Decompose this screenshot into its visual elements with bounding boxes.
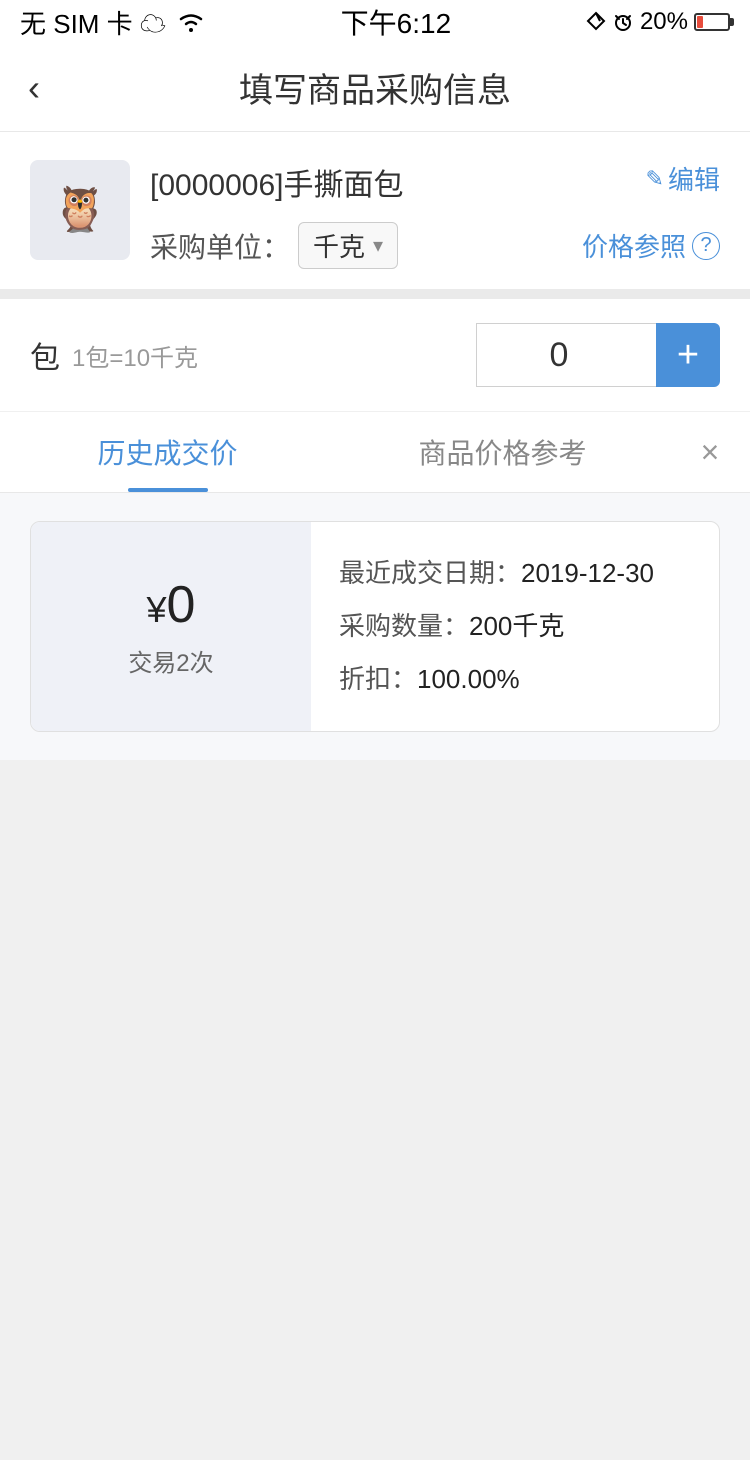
status-time: 下午6:12 bbox=[341, 2, 452, 42]
product-id: [0000006] bbox=[150, 169, 283, 202]
quantity-unit: 包 bbox=[30, 333, 60, 377]
price-card-left: ¥0 交易2次 bbox=[31, 522, 311, 731]
edit-button[interactable]: ✎ 编辑 bbox=[646, 160, 720, 197]
product-name: [0000006]手撕面包 bbox=[150, 160, 403, 204]
discount-row: 折扣：100.00% bbox=[339, 660, 691, 699]
product-card: 🦉 [0000006]手撕面包 ✎ 编辑 采购单位： 千克 ▾ 价格参照 ? bbox=[0, 132, 750, 289]
recent-date-value: 2019-12-30 bbox=[521, 558, 654, 588]
quantity-label-group: 包 1包=10千克 bbox=[30, 333, 198, 377]
location-icon bbox=[586, 11, 606, 33]
purchase-unit-row: 采购单位： 千克 ▾ 价格参照 ? bbox=[150, 222, 720, 269]
edit-label: 编辑 bbox=[668, 160, 720, 197]
discount-value: 100.00% bbox=[417, 664, 520, 694]
quantity-controls: + bbox=[476, 323, 720, 387]
edit-icon: ✎ bbox=[646, 166, 664, 192]
purchase-qty-value: 200千克 bbox=[469, 611, 564, 641]
nav-bar: ‹ 填写商品采购信息 bbox=[0, 44, 750, 132]
status-bar: 无 SIM 卡 ☁ 下午6:12 20% bbox=[0, 0, 750, 44]
purchase-unit-group: 采购单位： 千克 ▾ bbox=[150, 222, 398, 269]
battery-percent: 20% bbox=[640, 8, 688, 36]
recent-date-row: 最近成交日期：2019-12-30 bbox=[339, 554, 691, 593]
quantity-input[interactable] bbox=[476, 323, 656, 387]
chevron-down-icon: ▾ bbox=[373, 233, 383, 258]
battery-icon bbox=[694, 13, 730, 31]
close-button[interactable]: × bbox=[670, 412, 750, 492]
purchase-qty-label: 采购数量： bbox=[339, 611, 469, 641]
tab-reference-label: 商品价格参考 bbox=[418, 432, 586, 472]
quantity-equiv: 1包=10千克 bbox=[72, 338, 198, 373]
transaction-count: 交易2次 bbox=[128, 643, 213, 678]
bottom-panel: 历史成交价 商品价格参考 × ¥0 交易2次 最近成交日期：2019-12-30 bbox=[0, 412, 750, 760]
tab-price-reference[interactable]: 商品价格参考 bbox=[335, 412, 670, 492]
tab-history-price[interactable]: 历史成交价 bbox=[0, 412, 335, 492]
product-logo: 🦉 bbox=[53, 188, 108, 232]
quantity-row: 包 1包=10千克 + bbox=[0, 299, 750, 412]
product-thumbnail: 🦉 bbox=[30, 160, 130, 260]
product-info: [0000006]手撕面包 ✎ 编辑 采购单位： 千克 ▾ 价格参照 ? bbox=[150, 160, 720, 269]
unit-value: 千克 bbox=[313, 227, 365, 264]
unit-select[interactable]: 千克 ▾ bbox=[298, 222, 398, 269]
plus-icon: + bbox=[677, 336, 699, 374]
purchase-qty-row: 采购数量：200千克 bbox=[339, 607, 691, 646]
price-card: ¥0 交易2次 最近成交日期：2019-12-30 采购数量：200千克 折扣：… bbox=[30, 521, 720, 732]
page-title: 填写商品采购信息 bbox=[239, 63, 511, 112]
price-card-right: 最近成交日期：2019-12-30 采购数量：200千克 折扣：100.00% bbox=[311, 522, 719, 731]
product-title: 手撕面包 bbox=[283, 169, 403, 202]
tabs-row: 历史成交价 商品价格参考 × bbox=[0, 412, 750, 493]
product-name-row: [0000006]手撕面包 ✎ 编辑 bbox=[150, 160, 720, 204]
status-right: 20% bbox=[586, 8, 730, 36]
price-card-container: ¥0 交易2次 最近成交日期：2019-12-30 采购数量：200千克 折扣：… bbox=[0, 493, 750, 760]
section-divider bbox=[0, 289, 750, 299]
help-icon: ? bbox=[692, 232, 720, 260]
price-number: 0 bbox=[167, 576, 196, 634]
recent-date-label: 最近成交日期： bbox=[339, 558, 521, 588]
currency-symbol: ¥ bbox=[147, 589, 167, 630]
quantity-plus-button[interactable]: + bbox=[656, 323, 720, 387]
price-ref-label: 价格参照 bbox=[582, 227, 686, 264]
purchase-unit-label: 采购单位： bbox=[150, 226, 290, 266]
price-amount: ¥0 bbox=[147, 575, 196, 635]
status-left: 无 SIM 卡 ☁ bbox=[20, 4, 206, 41]
wifi-icon bbox=[176, 11, 206, 33]
alarm-icon bbox=[612, 11, 634, 33]
tab-underline bbox=[128, 488, 208, 492]
close-icon: × bbox=[701, 434, 720, 471]
signal-text: 无 SIM 卡 ☁ bbox=[20, 4, 166, 41]
back-button[interactable]: ‹ bbox=[28, 67, 40, 109]
tab-history-label: 历史成交价 bbox=[97, 432, 237, 472]
page-background bbox=[0, 760, 750, 1460]
discount-label: 折扣： bbox=[339, 664, 417, 694]
price-reference-button[interactable]: 价格参照 ? bbox=[582, 227, 720, 264]
